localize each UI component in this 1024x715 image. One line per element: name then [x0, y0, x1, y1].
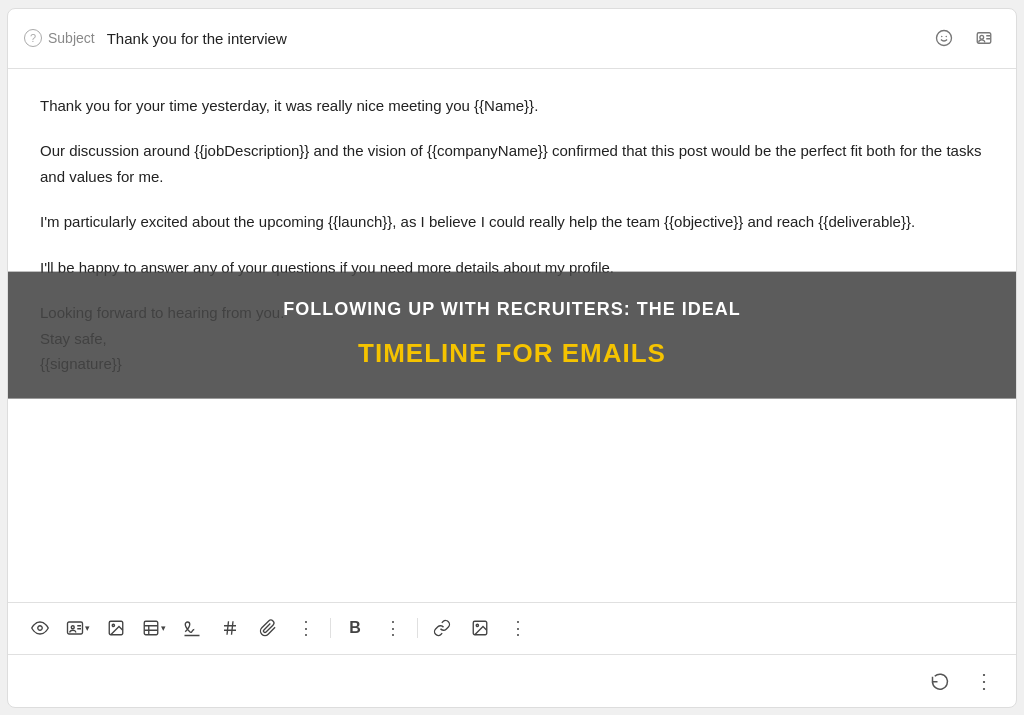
- link-icon[interactable]: [426, 612, 458, 644]
- svg-point-7: [38, 626, 43, 631]
- svg-line-21: [227, 621, 229, 635]
- subject-label: ? Subject: [24, 29, 95, 47]
- insert-image-icon[interactable]: [100, 612, 132, 644]
- overlay-banner: FOLLOWING UP WITH RECRUITERS: THE IDEAL …: [8, 272, 1016, 399]
- separator-1: [330, 618, 331, 638]
- svg-point-2: [946, 36, 948, 38]
- subject-text: Subject: [48, 30, 95, 46]
- contact-insert-icon[interactable]: [62, 612, 94, 644]
- more-options-2[interactable]: ⋮: [377, 612, 409, 644]
- photo-icon[interactable]: [464, 612, 496, 644]
- svg-point-9: [71, 626, 74, 629]
- svg-rect-14: [144, 621, 158, 635]
- subject-bar: ? Subject: [8, 9, 1016, 69]
- attach-icon[interactable]: [252, 612, 284, 644]
- overlay-subtitle: FOLLOWING UP WITH RECRUITERS: THE IDEAL: [28, 294, 996, 325]
- body-paragraph-1: Thank you for your time yesterday, it wa…: [40, 93, 984, 119]
- bold-icon[interactable]: B: [339, 612, 371, 644]
- body-paragraph-2: Our discussion around {{jobDescription}}…: [40, 138, 984, 189]
- overlay-title: TIMELINE FOR EMAILS: [28, 330, 996, 374]
- undo-icon[interactable]: [924, 665, 956, 697]
- svg-line-22: [232, 621, 234, 635]
- svg-point-4: [980, 35, 984, 39]
- separator-2: [417, 618, 418, 638]
- more-options-1[interactable]: ⋮: [290, 612, 322, 644]
- svg-point-24: [476, 624, 478, 626]
- more-options-3[interactable]: ⋮: [502, 612, 534, 644]
- bottom-more-icon[interactable]: ⋮: [968, 665, 1000, 697]
- svg-point-0: [937, 31, 952, 46]
- subject-input[interactable]: [107, 30, 928, 47]
- email-editor: ? Subject: [7, 8, 1017, 708]
- subject-actions: [928, 22, 1000, 54]
- template-icon[interactable]: [138, 612, 170, 644]
- hashtag-icon[interactable]: [214, 612, 246, 644]
- svg-point-13: [112, 624, 114, 626]
- contact-card-icon[interactable]: [968, 22, 1000, 54]
- body-paragraph-3: I'm particularly excited about the upcom…: [40, 209, 984, 235]
- emoji-icon[interactable]: [928, 22, 960, 54]
- email-body[interactable]: Thank you for your time yesterday, it wa…: [8, 69, 1016, 602]
- toolbar: ⋮ B ⋮ ⋮: [8, 602, 1016, 654]
- preview-icon[interactable]: [24, 612, 56, 644]
- bottom-bar: ⋮: [8, 654, 1016, 707]
- signature-icon[interactable]: [176, 612, 208, 644]
- svg-point-1: [941, 36, 943, 38]
- help-icon[interactable]: ?: [24, 29, 42, 47]
